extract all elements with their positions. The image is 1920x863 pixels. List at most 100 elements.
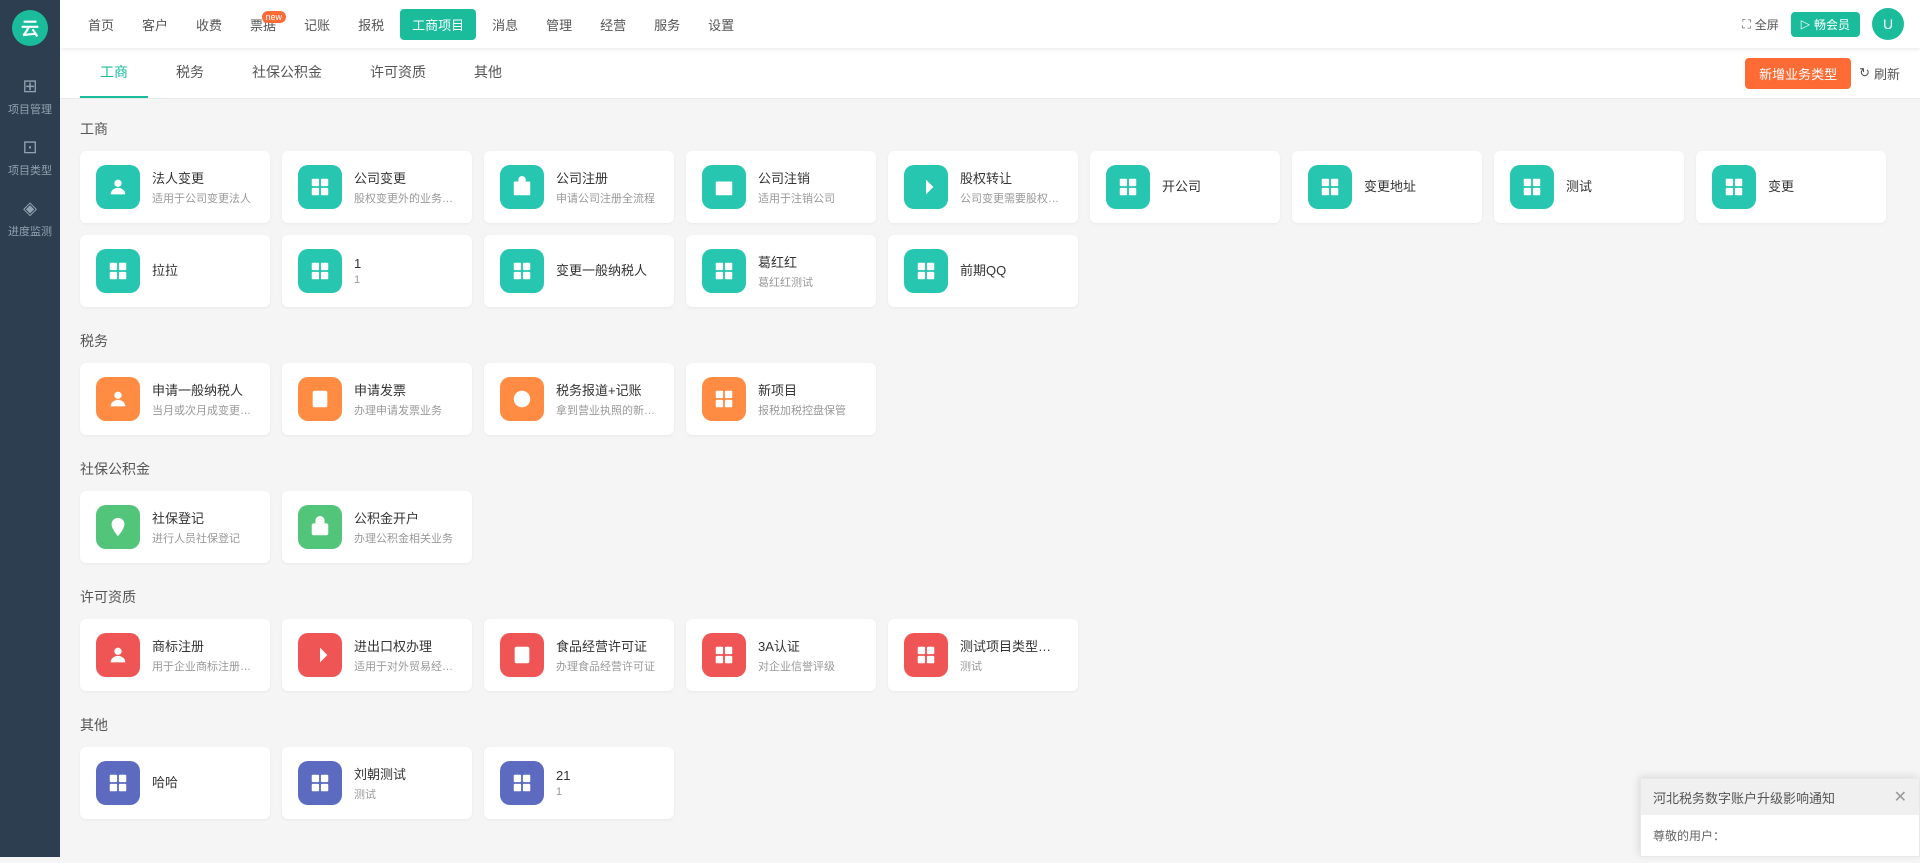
vip-btn[interactable]: ▷ 畅会员	[1791, 12, 1860, 37]
card-name-open-company: 开公司	[1162, 176, 1264, 195]
nav-customer[interactable]: 客户	[130, 9, 180, 40]
nav-invoice[interactable]: 票据 new	[238, 9, 288, 40]
notification-title: 河北税务数字账户升级影响通知	[1653, 788, 1835, 807]
card-change-address[interactable]: 变更地址	[1292, 151, 1482, 223]
nav-right: ⛶ 全屏 ▷ 畅会员 U	[1742, 8, 1904, 40]
card-3a-cert[interactable]: 3A认证 对企业信誉评级	[686, 619, 876, 691]
card-open-company[interactable]: 开公司	[1090, 151, 1280, 223]
card-desc-social-ins: 进行人员社保登记	[152, 530, 254, 546]
card-name-social-ins: 社保登记	[152, 508, 254, 527]
card-provident[interactable]: 公积金开户 办理公积金相关业务	[282, 491, 472, 563]
tabs-actions: 新增业务类型 ↻ 刷新	[1745, 58, 1900, 89]
nav-home[interactable]: 首页	[76, 9, 126, 40]
card-desc-one: 1	[354, 274, 456, 286]
card-apply-invoice[interactable]: 申请发票 办理申请发票业务	[282, 363, 472, 435]
card-company-change[interactable]: 公司变更 股权变更外的业务变更	[282, 151, 472, 223]
tab-gongshang[interactable]: 工商	[80, 48, 148, 98]
card-desc-company-cancel: 适用于注销公司	[758, 190, 860, 206]
card-new-project[interactable]: 新项目 报税加税控盘保管	[686, 363, 876, 435]
progress-monitor-icon: ◈	[23, 198, 37, 219]
nav-biz[interactable]: 工商项目	[400, 9, 476, 40]
section-shebao: 社保公积金 社保登记 进行人员社保登记 公积金开户	[80, 459, 1900, 563]
card-lala[interactable]: 拉拉	[80, 235, 270, 307]
card-name-change-address: 变更地址	[1364, 176, 1466, 195]
nav-bookkeeping[interactable]: 记账	[292, 9, 342, 40]
tab-shuiwu[interactable]: 税务	[156, 48, 224, 98]
card-desc-test-type-def: 测试	[960, 658, 1062, 674]
card-name-equity-transfer: 股权转让	[960, 168, 1062, 187]
card-icon-change	[1712, 165, 1756, 209]
sidebar-item-progress-monitor[interactable]: ◈ 进度监测	[0, 188, 60, 249]
card-company-reg[interactable]: 公司注册 申请公司注册全流程	[484, 151, 674, 223]
card-name-company-cancel: 公司注销	[758, 168, 860, 187]
user-avatar[interactable]: U	[1872, 8, 1904, 40]
new-type-button[interactable]: 新增业务类型	[1745, 58, 1851, 89]
card-desc-import-export: 适用于对外贸易经营者	[354, 658, 456, 674]
card-name-haha: 哈哈	[152, 772, 254, 791]
notification-header: 河北税务数字账户升级影响通知 ✕	[1641, 779, 1919, 815]
card-company-cancel[interactable]: 公司注销 适用于注销公司	[686, 151, 876, 223]
card-mahonghong[interactable]: 葛红红 葛红红测试	[686, 235, 876, 307]
card-name-legal-change: 法人变更	[152, 168, 254, 187]
section-title-qita: 其他	[80, 715, 1900, 735]
card-legal-change[interactable]: 法人变更 适用于公司变更法人	[80, 151, 270, 223]
section-qita: 其他 哈哈 刘朝测试 测试	[80, 715, 1900, 819]
card-icon-change-address	[1308, 165, 1352, 209]
nav-billing[interactable]: 收费	[184, 9, 234, 40]
nav-operation[interactable]: 经营	[588, 9, 638, 40]
card-icon-apply-tax	[96, 377, 140, 421]
card-food-license[interactable]: 食品经营许可证 办理食品经营许可证	[484, 619, 674, 691]
card-import-export[interactable]: 进出口权办理 适用于对外贸易经营者	[282, 619, 472, 691]
nav-settings[interactable]: 设置	[696, 9, 746, 40]
nav-manage[interactable]: 管理	[534, 9, 584, 40]
card-icon-change-tax	[500, 249, 544, 293]
nav-tax[interactable]: 报税	[346, 9, 396, 40]
card-social-ins[interactable]: 社保登记 进行人员社保登记	[80, 491, 270, 563]
card-icon-company-reg	[500, 165, 544, 209]
card-icon-equity-transfer	[904, 165, 948, 209]
notification-close[interactable]: ✕	[1894, 787, 1907, 807]
tabs: 工商 税务 社保公积金 许可资质 其他	[80, 48, 530, 98]
card-change[interactable]: 变更	[1696, 151, 1886, 223]
card-name-twentyone: 21	[556, 768, 658, 783]
card-qianqi-qq[interactable]: 前期QQ	[888, 235, 1078, 307]
tab-qita[interactable]: 其他	[454, 48, 522, 98]
cards-grid-gongshang: 法人变更 适用于公司变更法人 公司变更 股权变更外的业务变更	[80, 151, 1900, 307]
card-one[interactable]: 1 1	[282, 235, 472, 307]
card-trademark[interactable]: 商标注册 用于企业商标注册服务	[80, 619, 270, 691]
card-name-food-license: 食品经营许可证	[556, 636, 658, 655]
card-icon-food-license	[500, 633, 544, 677]
card-name-test: 测试	[1566, 176, 1668, 195]
card-name-company-reg: 公司注册	[556, 168, 658, 187]
card-liuchao-test[interactable]: 刘朝测试 测试	[282, 747, 472, 819]
card-name-apply-invoice: 申请发票	[354, 380, 456, 399]
content-area: 工商 法人变更 适用于公司变更法人 公司变更	[60, 99, 1920, 863]
card-test[interactable]: 测试	[1494, 151, 1684, 223]
card-icon-provident	[298, 505, 342, 549]
card-haha[interactable]: 哈哈	[80, 747, 270, 819]
refresh-button[interactable]: ↻ 刷新	[1859, 64, 1900, 83]
card-desc-legal-change: 适用于公司变更法人	[152, 190, 254, 206]
card-apply-tax[interactable]: 申请一般纳税人 当月或次月成变更完成	[80, 363, 270, 435]
card-icon-one	[298, 249, 342, 293]
card-name-trademark: 商标注册	[152, 636, 254, 655]
card-change-tax[interactable]: 变更一般纳税人	[484, 235, 674, 307]
card-desc-apply-invoice: 办理申请发票业务	[354, 402, 456, 418]
card-test-type-def[interactable]: 测试项目类型目定义 测试	[888, 619, 1078, 691]
card-tax-report[interactable]: 税务报道+记账 拿到营业执照的新公司	[484, 363, 674, 435]
sidebar-item-project-manage[interactable]: ⊞ 项目管理	[0, 66, 60, 127]
nav-message[interactable]: 消息	[480, 9, 530, 40]
card-twentyone[interactable]: 21 1	[484, 747, 674, 819]
tabs-bar: 工商 税务 社保公积金 许可资质 其他 新增业务类型 ↻ 刷新	[60, 48, 1920, 99]
card-icon-mahonghong	[702, 249, 746, 293]
sidebar-item-project-type[interactable]: ⊡ 项目类型	[0, 127, 60, 188]
nav-service[interactable]: 服务	[642, 9, 692, 40]
card-equity-transfer[interactable]: 股权转让 公司变更需要股权转让	[888, 151, 1078, 223]
tab-xuke[interactable]: 许可资质	[350, 48, 446, 98]
card-icon-company-change	[298, 165, 342, 209]
fullscreen-btn[interactable]: ⛶ 全屏	[1742, 16, 1778, 33]
card-desc-apply-tax: 当月或次月成变更完成	[152, 402, 254, 418]
sidebar-logo: 云	[12, 10, 48, 46]
tab-shebao[interactable]: 社保公积金	[232, 48, 342, 98]
section-xuke: 许可资质 商标注册 用于企业商标注册服务 进出口权办理	[80, 587, 1900, 691]
